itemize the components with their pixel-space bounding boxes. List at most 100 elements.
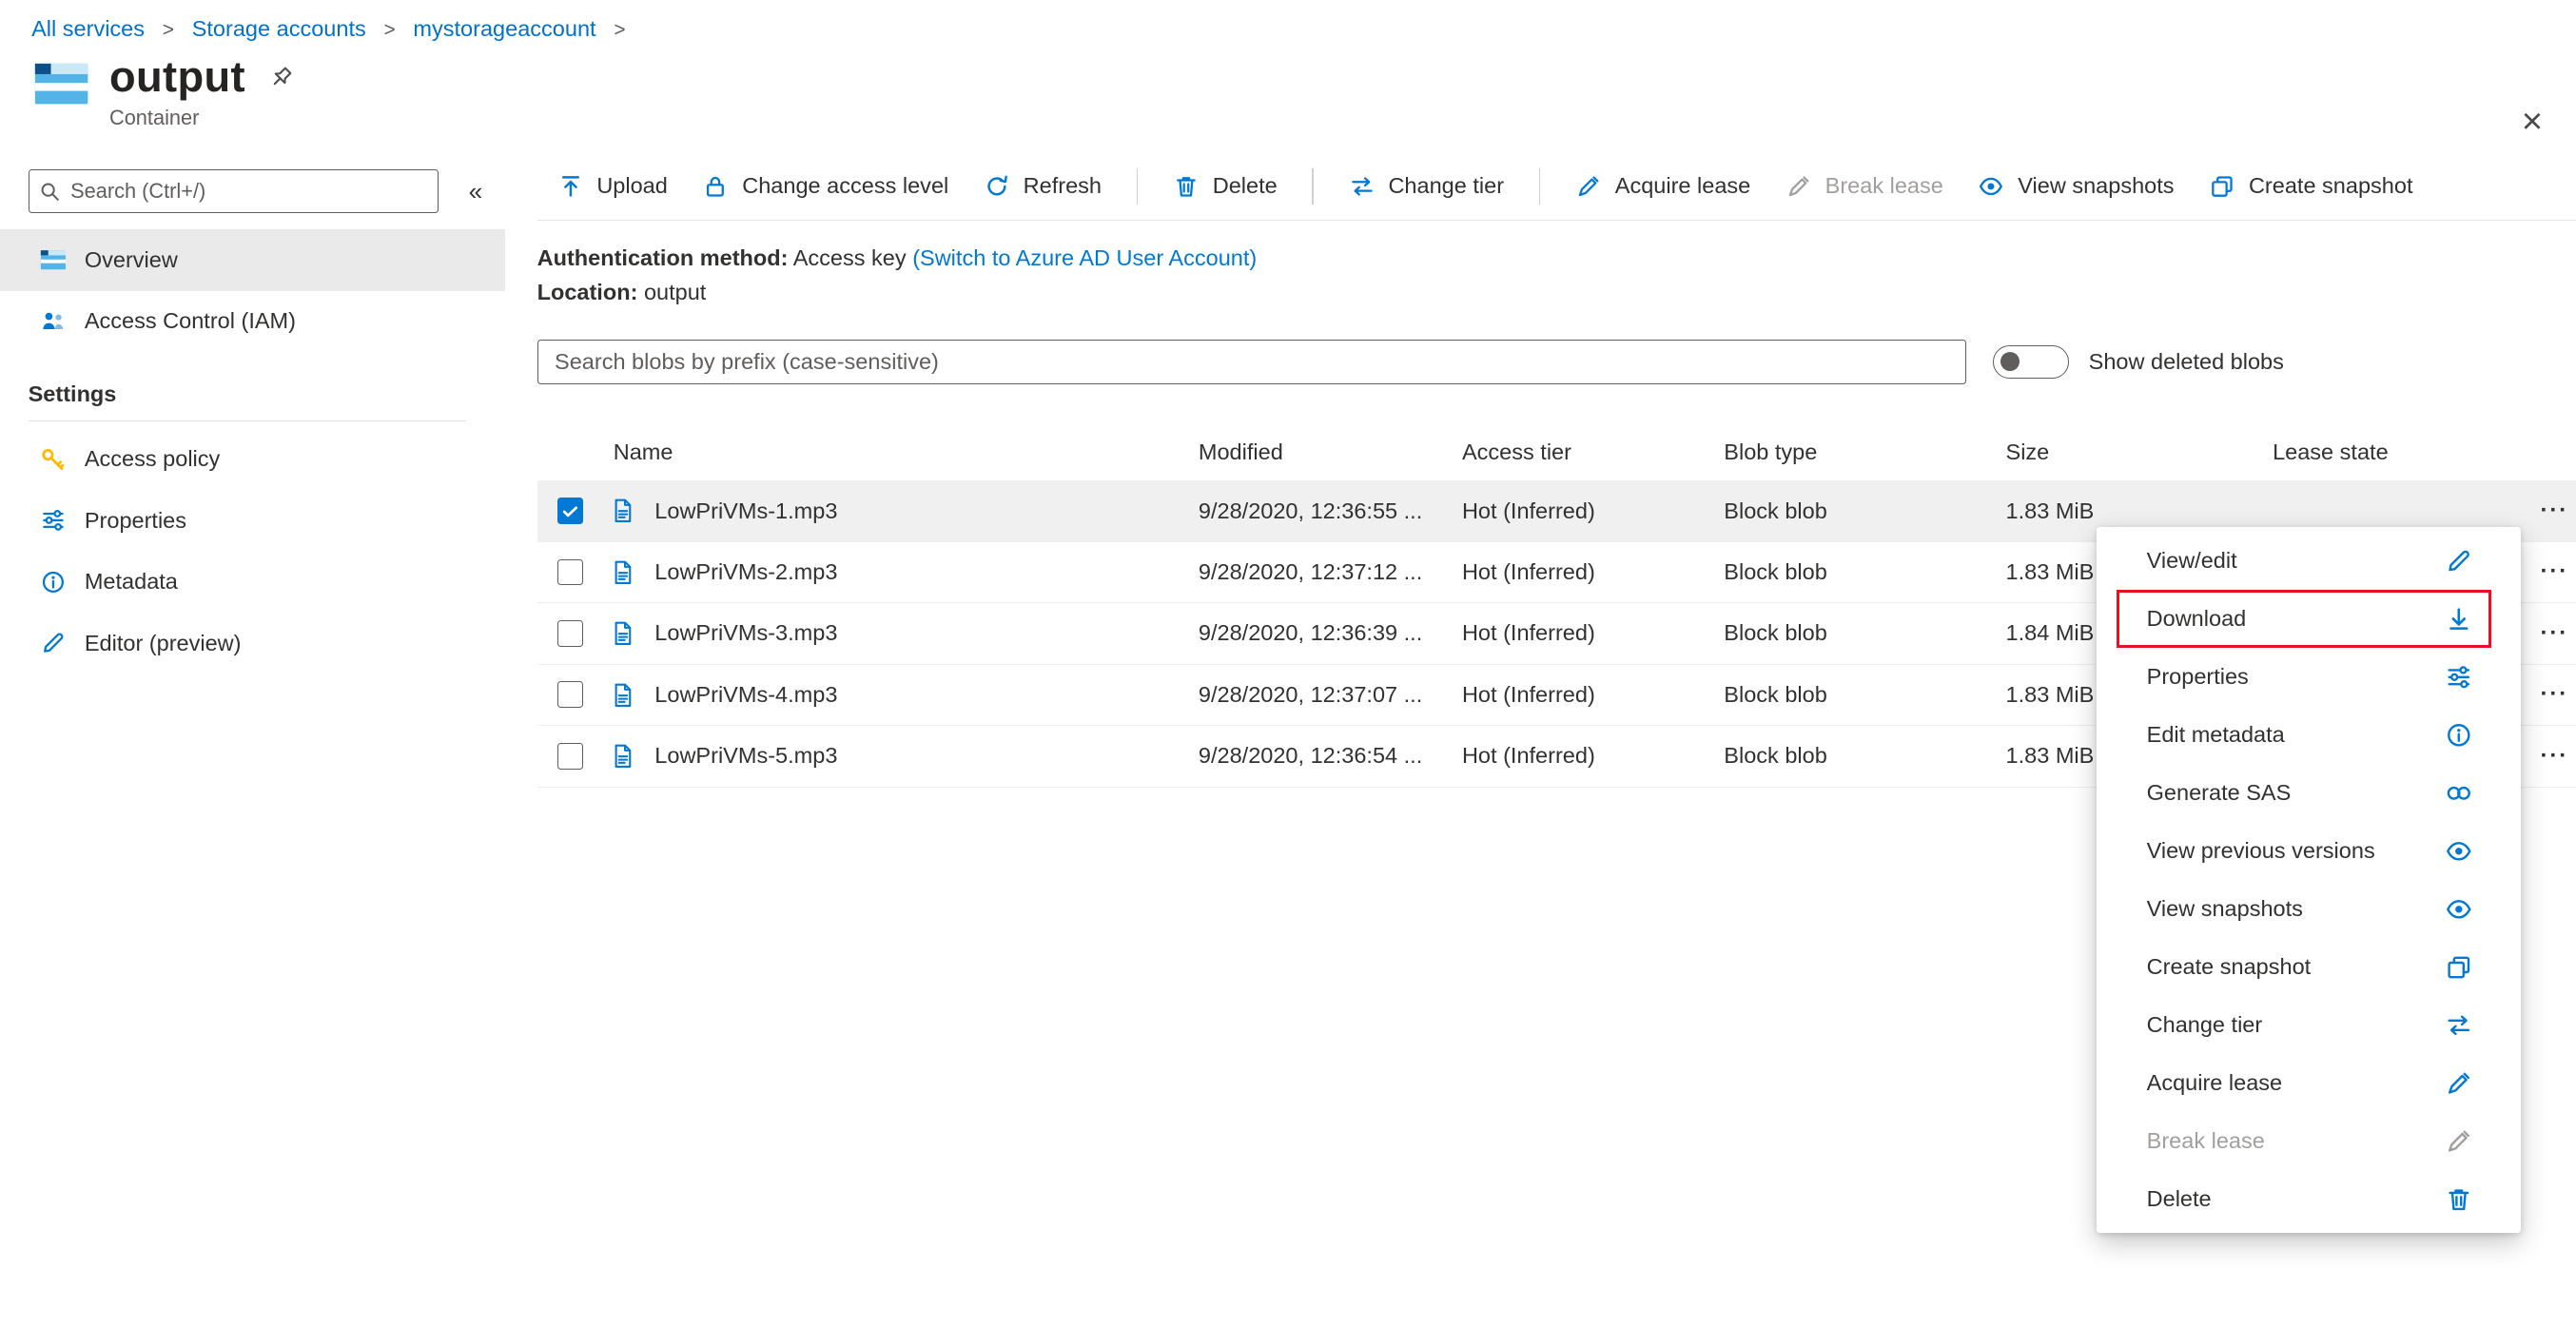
file-icon	[610, 497, 636, 525]
upload-button[interactable]: Upload	[557, 173, 668, 200]
show-deleted-blobs-label: Show deleted blobs	[2088, 349, 2284, 375]
toolbar-item-label: Refresh	[1023, 173, 1102, 199]
trash-icon	[1173, 173, 1200, 200]
break-lease-icon	[1786, 173, 1812, 200]
location-value: output	[643, 280, 707, 305]
breadcrumb-link-all-services[interactable]: All services	[31, 16, 145, 41]
create-snapshot-button[interactable]: Create snapshot	[2209, 173, 2413, 200]
show-deleted-blobs-toggle[interactable]	[1992, 345, 2069, 380]
menu-item-generate-sas[interactable]: Generate SAS	[2097, 764, 2521, 822]
break-lease-icon	[2445, 1127, 2473, 1156]
toolbar: Upload Change access level Refresh Delet…	[537, 153, 2576, 220]
toolbar-separator	[1312, 167, 1315, 205]
blob-prefix-search-input[interactable]	[537, 340, 1966, 385]
column-header-modified: Modified	[1198, 439, 1283, 465]
sidebar-item-label: Access policy	[84, 446, 221, 472]
row-more-button[interactable]: ···	[2533, 743, 2576, 770]
menu-item-label: Generate SAS	[2146, 780, 2292, 806]
location-label: Location:	[537, 280, 638, 305]
toolbar-item-label: Upload	[596, 173, 668, 199]
blob-name[interactable]: LowPriVMs-3.mp3	[654, 620, 837, 646]
toolbar-item-label: Delete	[1212, 173, 1278, 199]
menu-item-label: Delete	[2146, 1186, 2212, 1212]
sidebar-item-access-policy[interactable]: Access policy	[0, 428, 505, 489]
menu-item-acquire-lease[interactable]: Acquire lease	[2097, 1054, 2521, 1112]
breadcrumb-separator: >	[614, 19, 626, 42]
row-checkbox[interactable]	[556, 742, 584, 770]
snapshot-icon	[2445, 953, 2473, 982]
change-access-level-button[interactable]: Change access level	[702, 173, 948, 200]
menu-item-view-snapshots[interactable]: View snapshots	[2097, 880, 2521, 938]
menu-item-download[interactable]: Download	[2097, 590, 2521, 648]
pencil-icon	[2445, 547, 2473, 576]
blob-type: Block blob	[1724, 498, 1827, 523]
row-checkbox[interactable]	[556, 620, 584, 647]
view-snapshots-button[interactable]: View snapshots	[1978, 173, 2175, 200]
blob-name[interactable]: LowPriVMs-4.mp3	[654, 682, 837, 708]
sidebar-item-properties[interactable]: Properties	[0, 490, 505, 551]
blob-access-tier: Hot (Inferred)	[1461, 620, 1595, 646]
row-more-button[interactable]: ···	[2533, 558, 2576, 585]
table-header: Name Modified Access tier Blob type Size…	[537, 424, 2576, 480]
toolbar-separator	[1136, 167, 1139, 205]
breadcrumb-link-storage-accounts[interactable]: Storage accounts	[192, 16, 366, 41]
acquire-lease-icon	[1575, 173, 1602, 200]
row-checkbox-checked[interactable]	[556, 498, 584, 524]
menu-item-change-tier[interactable]: Change tier	[2097, 996, 2521, 1054]
column-header-access-tier: Access tier	[1461, 439, 1571, 465]
menu-item-break-lease[interactable]: Break lease	[2097, 1112, 2521, 1170]
blob-access-tier: Hot (Inferred)	[1461, 558, 1595, 584]
break-lease-button[interactable]: Break lease	[1786, 173, 1943, 200]
row-more-button[interactable]: ···	[2533, 620, 2576, 647]
page-subtitle: Container	[108, 105, 200, 129]
menu-item-create-snapshot[interactable]: Create snapshot	[2097, 938, 2521, 996]
toggle-knob	[2000, 351, 2020, 372]
sliders-icon	[2445, 663, 2473, 692]
close-icon[interactable]: ×	[2522, 103, 2543, 139]
info-icon	[2445, 721, 2473, 750]
blob-name[interactable]: LowPriVMs-1.mp3	[654, 498, 837, 524]
sidebar-search-input[interactable]	[70, 179, 428, 205]
auth-method-value: Access key	[792, 244, 907, 270]
change-tier-button[interactable]: Change tier	[1349, 173, 1504, 200]
menu-item-view-edit[interactable]: View/edit	[2097, 532, 2521, 590]
sidebar-item-metadata[interactable]: Metadata	[0, 551, 505, 612]
menu-item-label: Acquire lease	[2146, 1070, 2283, 1096]
sidebar: « Overview Access Control (IAM) Settings…	[0, 150, 506, 788]
row-checkbox[interactable]	[556, 681, 584, 709]
toolbar-item-label: Break lease	[1825, 173, 1943, 199]
menu-item-properties[interactable]: Properties	[2097, 648, 2521, 706]
row-checkbox[interactable]	[556, 558, 584, 586]
pin-icon[interactable]	[268, 64, 295, 90]
collapse-sidebar-icon[interactable]: «	[462, 177, 489, 206]
blob-name[interactable]: LowPriVMs-5.mp3	[654, 743, 837, 769]
blob-modified: 9/28/2020, 12:36:55 ...	[1198, 498, 1423, 523]
delete-button[interactable]: Delete	[1173, 173, 1278, 200]
toolbar-separator	[1538, 167, 1541, 205]
menu-item-delete[interactable]: Delete	[2097, 1170, 2521, 1228]
blob-name[interactable]: LowPriVMs-2.mp3	[654, 559, 837, 585]
eye-icon	[2445, 837, 2473, 866]
key-icon	[40, 446, 67, 473]
toolbar-item-label: Create snapshot	[2248, 173, 2413, 199]
blob-type: Block blob	[1724, 558, 1827, 584]
lock-icon	[702, 173, 729, 200]
acquire-lease-icon	[2445, 1069, 2473, 1098]
sidebar-item-overview[interactable]: Overview	[0, 229, 506, 291]
sidebar-group-settings: Settings	[28, 381, 117, 407]
menu-item-edit-metadata[interactable]: Edit metadata	[2097, 706, 2521, 764]
column-header-size: Size	[2005, 439, 2050, 465]
sidebar-item-editor-preview[interactable]: Editor (preview)	[0, 613, 505, 674]
row-more-button[interactable]: ···	[2533, 498, 2576, 524]
azure-portal-container-blade: All services > Storage accounts > mystor…	[0, 0, 2576, 1328]
row-more-button[interactable]: ···	[2533, 681, 2576, 708]
refresh-button[interactable]: Refresh	[984, 173, 1102, 200]
search-icon	[39, 181, 61, 203]
switch-auth-link[interactable]: (Switch to Azure AD User Account)	[912, 245, 1257, 270]
sidebar-item-access-control-iam[interactable]: Access Control (IAM)	[0, 291, 505, 352]
upload-icon	[557, 173, 584, 200]
acquire-lease-button[interactable]: Acquire lease	[1575, 173, 1750, 200]
menu-item-view-previous-versions[interactable]: View previous versions	[2097, 822, 2521, 880]
sidebar-search[interactable]	[28, 169, 439, 213]
breadcrumb-link-mystorageaccount[interactable]: mystorageaccount	[413, 16, 595, 41]
